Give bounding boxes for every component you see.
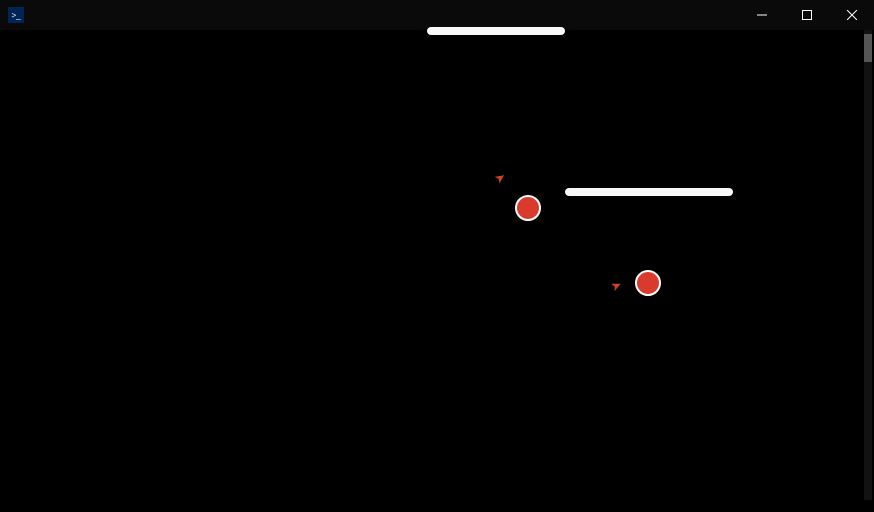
edit-submenu bbox=[565, 188, 733, 196]
maximize-button[interactable] bbox=[784, 0, 829, 30]
powershell-icon bbox=[8, 7, 24, 23]
titlebar bbox=[0, 0, 874, 30]
terminal-output[interactable] bbox=[0, 30, 874, 348]
scrollbar[interactable] bbox=[864, 30, 872, 500]
annotation-badge-1 bbox=[515, 195, 541, 221]
minimize-button[interactable] bbox=[739, 0, 784, 30]
system-context-menu bbox=[427, 27, 565, 35]
scrollbar-thumb[interactable] bbox=[864, 34, 872, 62]
close-button[interactable] bbox=[829, 0, 874, 30]
window-controls bbox=[739, 0, 874, 30]
annotation-badge-2 bbox=[635, 270, 661, 296]
